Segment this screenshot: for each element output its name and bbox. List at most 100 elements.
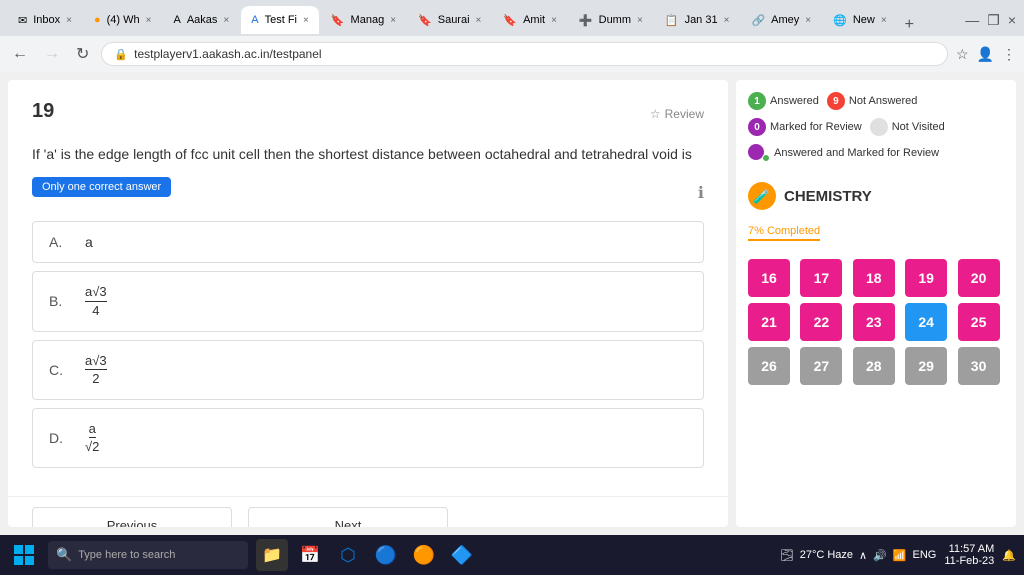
option-a[interactable]: A. a [32, 221, 704, 263]
tab-saura[interactable]: 🔖 Saurai × [408, 6, 491, 34]
start-button[interactable] [8, 539, 40, 571]
q-btn-23[interactable]: 23 [853, 303, 895, 341]
option-b[interactable]: B. a√3 4 [32, 271, 704, 331]
question-panel: 19 ☆ Review If 'a' is the edge length of… [8, 80, 728, 527]
not-visited-box [870, 118, 888, 136]
time-display: 11:57 AM [944, 543, 994, 555]
legend: 1 Answered 9 Not Answered 0 Marked for R… [748, 92, 1004, 162]
right-panel: 1 Answered 9 Not Answered 0 Marked for R… [736, 80, 1016, 527]
q-btn-27[interactable]: 27 [800, 347, 842, 385]
taskbar-app2[interactable]: 🔷 [446, 539, 478, 571]
taskbar-edge[interactable]: ⬡ [332, 539, 364, 571]
address-bar[interactable]: 🔒 testplayerv1.aakash.ac.in/testpanel [101, 42, 948, 66]
browser-chrome: ✉ Inbox × ● (4) Wh × A Aakas × A Test Fi… [0, 0, 1024, 36]
clock: 11:57 AM 11-Feb-23 [944, 543, 994, 567]
close-browser-icon[interactable]: × [1008, 12, 1016, 28]
taskbar-chrome[interactable]: 🔵 [370, 539, 402, 571]
tab-aakas[interactable]: A Aakas × [163, 6, 239, 34]
q-btn-29[interactable]: 29 [905, 347, 947, 385]
not-answered-box: 9 [827, 92, 845, 110]
taskbar: 🔍 Type here to search 📁 📅 ⬡ 🔵 🟠 🔷 🌫 27°C… [0, 535, 1024, 575]
next-button[interactable]: Next [248, 507, 448, 527]
q-btn-22[interactable]: 22 [800, 303, 842, 341]
taskbar-app1[interactable]: 🟠 [408, 539, 440, 571]
option-d[interactable]: D. a √2 [32, 408, 704, 468]
option-a-text: a [85, 234, 93, 250]
fraction-d: a √2 [85, 421, 99, 455]
profile-icon[interactable]: 👤 [977, 46, 994, 63]
date-display: 11-Feb-23 [944, 555, 994, 567]
search-text: Type here to search [78, 549, 175, 561]
q-btn-25[interactable]: 25 [958, 303, 1000, 341]
taskbar-calendar[interactable]: 📅 [294, 539, 326, 571]
question-grid: 16 17 18 19 20 21 22 23 24 25 26 27 28 2… [748, 259, 1004, 385]
reload-button[interactable]: ↻ [72, 42, 93, 66]
search-box[interactable]: 🔍 Type here to search [48, 541, 248, 569]
option-d-label: D. [49, 430, 73, 446]
new-tab-button[interactable]: + [899, 16, 920, 34]
option-c[interactable]: C. a√3 2 [32, 340, 704, 400]
tab-amit[interactable]: 🔖 Amit × [493, 6, 567, 34]
bookmark-icon[interactable]: ☆ [956, 46, 969, 63]
legend-not-visited: Not Visited [870, 118, 945, 136]
completed-text: 7% Completed [748, 222, 1004, 251]
question-number: 19 [32, 100, 54, 123]
taskbar-pinned-icons: 📁 📅 ⬡ 🔵 🟠 🔷 [256, 539, 478, 571]
windows-icon[interactable] [8, 539, 40, 571]
q-btn-16[interactable]: 16 [748, 259, 790, 297]
restore-icon[interactable]: ❐ [987, 12, 1000, 29]
tab-new[interactable]: 🌐 New × [823, 6, 897, 34]
tab-manag[interactable]: 🔖 Manag × [321, 6, 406, 34]
minimize-icon[interactable]: — [965, 12, 979, 28]
tab-close-inbox[interactable]: × [66, 15, 72, 26]
tab-amey[interactable]: 🔗 Amey × [741, 6, 821, 34]
answer-type-badge: Only one correct answer [32, 177, 171, 197]
q-btn-20[interactable]: 20 [958, 259, 1000, 297]
browser-window-controls[interactable]: — ❐ × [965, 12, 1016, 29]
network-wifi[interactable]: 📶 [893, 549, 907, 562]
bottom-navigation: Previous Next [8, 496, 728, 527]
review-button[interactable]: ☆ Review [650, 107, 704, 121]
forward-button[interactable]: → [40, 43, 64, 65]
info-icon: ℹ [698, 183, 704, 203]
main-content: 19 ☆ Review If 'a' is the edge length of… [0, 72, 1024, 535]
tab-jan31[interactable]: 📋 Jan 31 × [655, 6, 740, 34]
tab-testfi[interactable]: A Test Fi × [241, 6, 319, 34]
back-button[interactable]: ← [8, 43, 32, 65]
address-bar-actions: ☆ 👤 ⋮ [956, 46, 1016, 63]
address-text: testplayerv1.aakash.ac.in/testpanel [134, 47, 321, 61]
answered-box: 1 [748, 92, 766, 110]
address-bar-row: ← → ↻ 🔒 testplayerv1.aakash.ac.in/testpa… [0, 36, 1024, 72]
star-icon: ☆ [650, 107, 661, 121]
tab-inbox[interactable]: ✉ Inbox × [8, 6, 82, 34]
fraction-c: a√3 2 [85, 353, 107, 387]
option-c-label: C. [49, 362, 73, 378]
q-btn-30[interactable]: 30 [958, 347, 1000, 385]
q-btn-19[interactable]: 19 [905, 259, 947, 297]
q-btn-24[interactable]: 24 [905, 303, 947, 341]
option-d-text: a √2 [85, 421, 99, 455]
option-b-label: B. [49, 293, 73, 309]
marked-box: 0 [748, 118, 766, 136]
answered-marked-box [748, 144, 770, 162]
q-btn-21[interactable]: 21 [748, 303, 790, 341]
taskbar-file-explorer[interactable]: 📁 [256, 539, 288, 571]
network-icon: ∧ [859, 549, 867, 562]
subject-title: CHEMISTRY [784, 188, 872, 205]
subject-header: 🧪 CHEMISTRY [748, 174, 1004, 218]
tab-4wi[interactable]: ● (4) Wh × [84, 6, 162, 34]
q-btn-28[interactable]: 28 [853, 347, 895, 385]
previous-button[interactable]: Previous [32, 507, 232, 527]
question-body: 19 ☆ Review If 'a' is the edge length of… [8, 80, 728, 496]
menu-icon[interactable]: ⋮ [1002, 46, 1016, 63]
option-a-label: A. [49, 234, 73, 250]
q-btn-17[interactable]: 17 [800, 259, 842, 297]
tab-dum[interactable]: ➕ Dumm × [569, 6, 653, 34]
q-btn-26[interactable]: 26 [748, 347, 790, 385]
q-btn-18[interactable]: 18 [853, 259, 895, 297]
weather-icon: 🌫 [780, 549, 794, 562]
notification-icon[interactable]: 🔔 [1002, 549, 1016, 562]
volume-icon[interactable]: 🔊 [873, 549, 887, 562]
legend-answered-marked: Answered and Marked for Review [748, 144, 939, 162]
system-tray: 🌫 27°C Haze ∧ 🔊 📶 ENG [780, 549, 937, 562]
